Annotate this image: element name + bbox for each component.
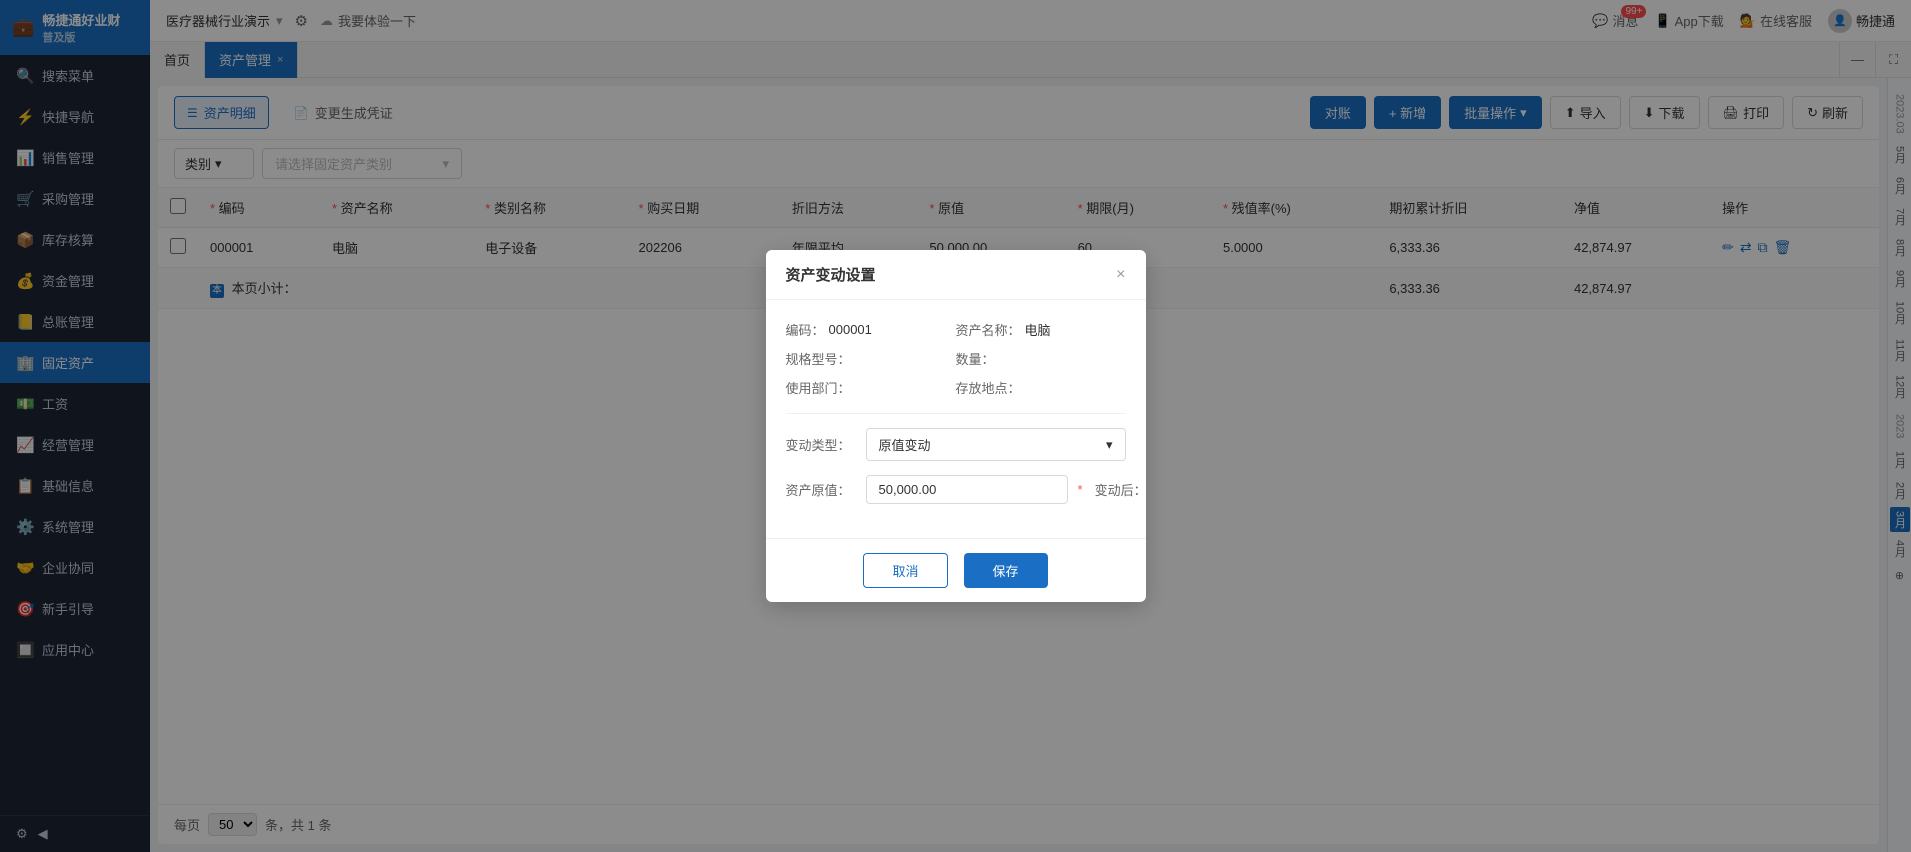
change-type-value: 原值变动 (879, 435, 931, 454)
after-change-label: 变动后： (1095, 480, 1146, 499)
modal-location-label: 存放地点： (956, 378, 1021, 397)
modal-assetname-item: 资产名称： 电脑 (956, 320, 1126, 339)
change-type-row: 变动类型： 原值变动 ▾ (786, 428, 1126, 461)
modal-quantity-item: 数量： (956, 349, 1126, 368)
modal-dept-item: 使用部门： (786, 378, 956, 397)
asset-value-row: 资产原值： * 变动后： (786, 475, 1126, 504)
change-type-arrow-icon: ▾ (1106, 437, 1113, 453)
modal-code-value: 000001 (829, 322, 872, 337)
modal-title: 资产变动设置 (786, 264, 876, 285)
change-type-select[interactable]: 原值变动 ▾ (866, 428, 1126, 461)
asset-value-label: 资产原值： (786, 480, 856, 499)
modal-overlay: 资产变动设置 × 编码： 000001 资产名称： 电脑 规格型号： 数量： (0, 0, 1911, 852)
change-type-label: 变动类型： (786, 435, 856, 454)
required-star: * (1078, 482, 1083, 497)
modal-code-item: 编码： 000001 (786, 320, 956, 339)
modal-close-btn[interactable]: × (1116, 266, 1125, 284)
modal-spec-item: 规格型号： (786, 349, 956, 368)
modal-assetname-value: 电脑 (1025, 320, 1051, 339)
modal-spec-label: 规格型号： (786, 349, 851, 368)
modal-location-item: 存放地点： (956, 378, 1126, 397)
asset-value-input[interactable] (866, 475, 1068, 504)
modal-body: 编码： 000001 资产名称： 电脑 规格型号： 数量： 使用部门： (766, 300, 1146, 538)
modal-footer: 取消 保存 (766, 538, 1146, 602)
asset-change-modal: 资产变动设置 × 编码： 000001 资产名称： 电脑 规格型号： 数量： (766, 250, 1146, 602)
modal-dept-label: 使用部门： (786, 378, 851, 397)
modal-info-grid: 编码： 000001 资产名称： 电脑 规格型号： 数量： 使用部门： (786, 320, 1126, 397)
modal-code-label: 编码： (786, 320, 825, 339)
modal-header: 资产变动设置 × (766, 250, 1146, 300)
cancel-btn[interactable]: 取消 (863, 553, 947, 588)
modal-assetname-label: 资产名称： (956, 320, 1021, 339)
modal-divider (786, 413, 1126, 414)
modal-quantity-label: 数量： (956, 349, 995, 368)
save-btn[interactable]: 保存 (964, 553, 1048, 588)
